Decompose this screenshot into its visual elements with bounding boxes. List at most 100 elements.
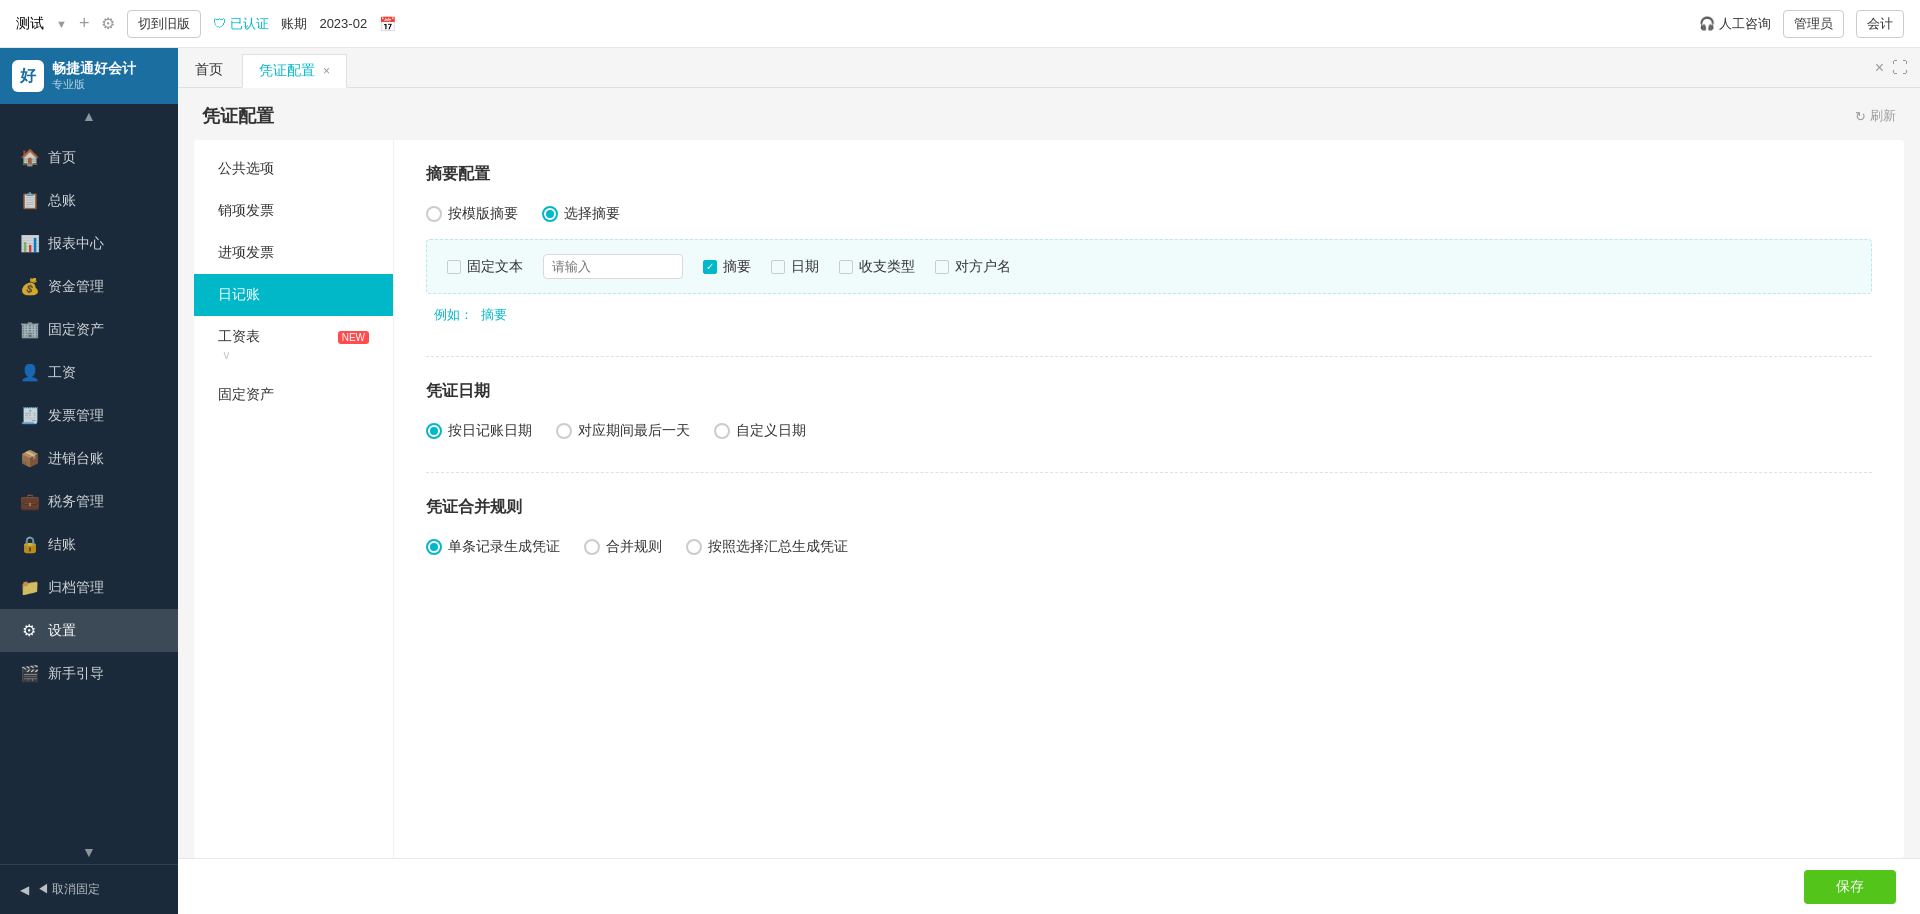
radio-select[interactable]: 选择摘要 [542,205,620,223]
radio-single-record[interactable]: 单条记录生成凭证 [426,538,560,556]
archive-icon: 📁 [20,578,38,597]
tab-voucher-config[interactable]: 凭证配置 × [242,54,347,88]
chevron-down-icon: ▼ [82,844,96,860]
topbar-gear-icon[interactable]: ⚙ [101,14,115,33]
topbar-arrow-icon[interactable]: ▼ [56,18,67,30]
guide-icon: 🎬 [20,664,38,683]
manager-button[interactable]: 管理员 [1783,10,1844,38]
menu-label: 固定资产 [218,386,274,402]
radio-circle-merge [584,539,600,555]
radio-circle-diary-date [426,423,442,439]
radio-merge-rule[interactable]: 合并规则 [584,538,662,556]
left-menu-item-purchase-invoice[interactable]: 进项发票 [194,232,393,274]
checkbox-row: 固定文本 摘要 日期 [426,239,1872,294]
checkbox-counterpart[interactable]: 对方户名 [935,258,1011,276]
sidebar-item-ledger[interactable]: 📋 总账 [0,179,178,222]
tax-icon: 💼 [20,492,38,511]
sidebar-item-guide[interactable]: 🎬 新手引导 [0,652,178,695]
sidebar-scroll-up[interactable]: ▲ [0,104,178,128]
save-button[interactable]: 保存 [1804,870,1896,904]
radio-circle-single [426,539,442,555]
fixed-text-input[interactable] [543,254,683,279]
radio-template[interactable]: 按模版摘要 [426,205,518,223]
topbar-add-icon[interactable]: + [79,13,90,34]
verified-label: 已认证 [230,15,269,33]
radio-select-summary[interactable]: 按照选择汇总生成凭证 [686,538,848,556]
sidebar-item-label: 资金管理 [48,278,104,296]
summary-config-section: 摘要配置 按模版摘要 选择摘要 [426,164,1872,324]
accountant-button[interactable]: 会计 [1856,10,1904,38]
example-value: 摘要 [477,307,507,322]
left-menu-item-diary[interactable]: 日记账 [194,274,393,316]
checkbox-date[interactable]: 日期 [771,258,819,276]
menu-label: 销项发票 [218,202,274,218]
divider-2 [426,472,1872,473]
refresh-button[interactable]: ↻ 刷新 [1855,107,1896,125]
sidebar-item-label: 税务管理 [48,493,104,511]
settings-icon: ⚙ [20,621,38,640]
logo-text-block: 畅捷通好会计 专业版 [52,60,136,92]
switch-old-button[interactable]: 切到旧版 [127,10,201,38]
menu-label: 工资表 [218,328,260,346]
consult-button[interactable]: 🎧 人工咨询 [1699,15,1771,33]
topbar: 测试 ▼ + ⚙ 切到旧版 🛡 已认证 账期 2023-02 📅 🎧 人工咨询 … [0,0,1920,48]
menu-label: 日记账 [218,286,260,302]
sidebar-item-tax[interactable]: 💼 税务管理 [0,480,178,523]
left-menu-item-sales-invoice[interactable]: 销项发票 [194,190,393,232]
sidebar-nav: 🏠 首页 📋 总账 📊 报表中心 💰 资金管理 🏢 固定资产 👤 工资 [0,128,178,840]
radio-circle-custom [714,423,730,439]
logo-icon: 好 [12,60,44,92]
sidebar-item-invoice[interactable]: 🧾 发票管理 [0,394,178,437]
tab-home[interactable]: 首页 [178,53,240,87]
checkbox-date-box [771,260,785,274]
sidebar-item-trade[interactable]: 📦 进销台账 [0,437,178,480]
checkbox-summary[interactable]: 摘要 [703,258,751,276]
sidebar-item-archive[interactable]: 📁 归档管理 [0,566,178,609]
right-content: 摘要配置 按模版摘要 选择摘要 [394,140,1904,858]
left-menu-item-public[interactable]: 公共选项 [194,148,393,190]
left-menu-item-fixed-asset[interactable]: 固定资产 [194,374,393,416]
asset-icon: 🏢 [20,320,38,339]
sidebar-item-label: 进销台账 [48,450,104,468]
chevron-up-icon: ▲ [82,108,96,124]
sidebar-item-home[interactable]: 🏠 首页 [0,136,178,179]
radio-custom-date[interactable]: 自定义日期 [714,422,806,440]
sidebar: 好 畅捷通好会计 专业版 ▲ 🏠 首页 📋 总账 📊 报表中心 💰 [0,48,178,914]
sidebar-item-fund[interactable]: 💰 资金管理 [0,265,178,308]
radio-period-last-label: 对应期间最后一天 [578,422,690,440]
checkbox-income-type-box [839,260,853,274]
date-label: 日期 [791,258,819,276]
topbar-title: 测试 [16,15,44,33]
sidebar-item-salary[interactable]: 👤 工资 [0,351,178,394]
unfix-button[interactable]: ◀ ◀ 取消固定 [10,875,168,904]
tab-active-label: 凭证配置 [259,62,315,80]
sidebar-item-close[interactable]: 🔒 结账 [0,523,178,566]
sidebar-item-settings[interactable]: ⚙ 设置 [0,609,178,652]
left-menu-item-payroll[interactable]: 工资表 NEW ∨ [194,316,393,374]
home-icon: 🏠 [20,148,38,167]
close-window-icon[interactable]: × [1875,59,1884,77]
calendar-icon[interactable]: 📅 [379,16,396,32]
sidebar-item-label: 首页 [48,149,76,167]
unfix-icon: ◀ [20,883,29,897]
radio-circle-period-last [556,423,572,439]
expand-arrow-icon[interactable]: ∨ [222,348,231,362]
sidebar-item-label: 固定资产 [48,321,104,339]
checkbox-income-type[interactable]: 收支类型 [839,258,915,276]
sidebar-scroll-down[interactable]: ▼ [0,840,178,864]
sidebar-item-asset[interactable]: 🏢 固定资产 [0,308,178,351]
tab-close-icon[interactable]: × [323,64,330,78]
sidebar-item-report[interactable]: 📊 报表中心 [0,222,178,265]
checkbox-fixed-text[interactable]: 固定文本 [447,258,523,276]
radio-merge-label: 合并规则 [606,538,662,556]
sidebar-item-label: 总账 [48,192,76,210]
logo-subtitle: 专业版 [52,77,136,92]
voucher-merge-title: 凭证合并规则 [426,497,1872,518]
voucher-date-radio-group: 按日记账日期 对应期间最后一天 自定义日期 [426,422,1872,440]
radio-period-last[interactable]: 对应期间最后一天 [556,422,690,440]
radio-diary-date[interactable]: 按日记账日期 [426,422,532,440]
expand-icon[interactable]: ⛶ [1892,59,1908,77]
menu-label: 进项发票 [218,244,274,260]
summary-radio-group: 按模版摘要 选择摘要 [426,205,1872,223]
sidebar-item-label: 工资 [48,364,76,382]
